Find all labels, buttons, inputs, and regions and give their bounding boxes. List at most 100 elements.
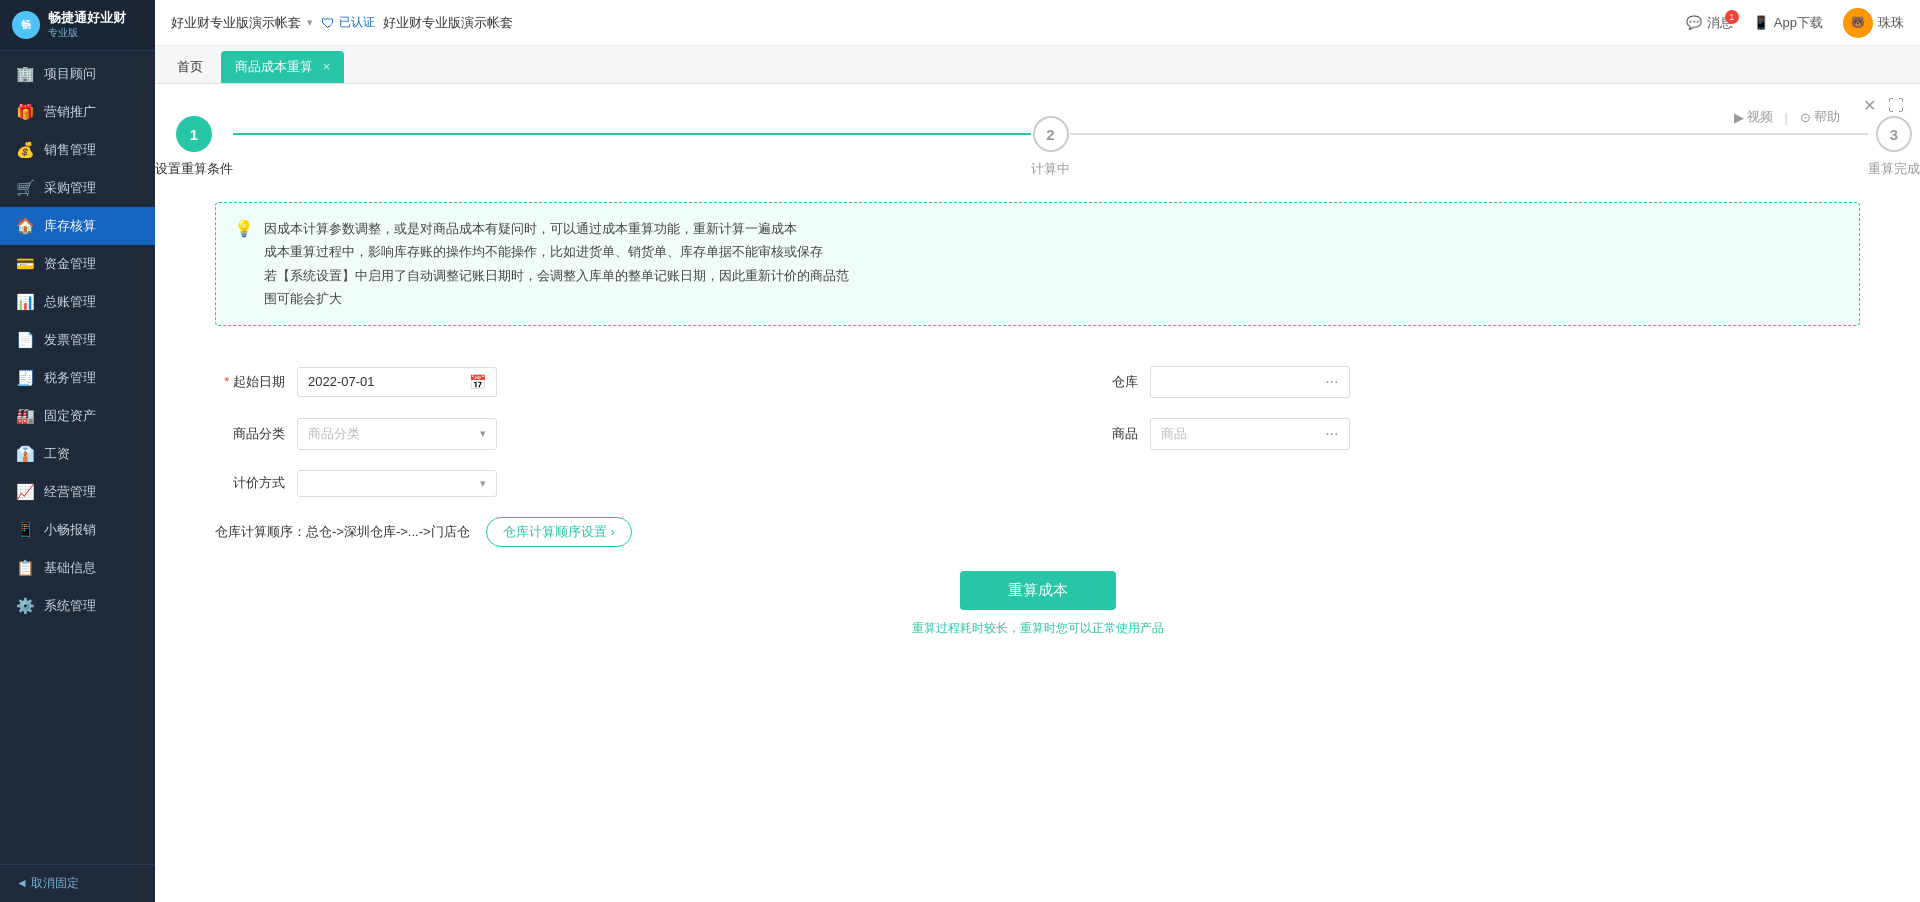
sidebar-footer-cancel[interactable]: ◄ 取消固定 xyxy=(0,864,155,902)
start-date-input[interactable]: 2022-07-01 📅 xyxy=(297,367,497,397)
product-input[interactable]: 商品 ··· xyxy=(1150,418,1350,450)
form-group-warehouse: 仓库 ··· xyxy=(1068,366,1861,398)
submit-recalc-button[interactable]: 重算成本 xyxy=(960,571,1116,610)
app-title-block: 畅捷通好业财 专业版 xyxy=(48,10,126,40)
warehouse-more-icon[interactable]: ··· xyxy=(1325,373,1338,391)
verified-badge: 🛡 已认证 xyxy=(321,14,375,31)
sidebar-item-总账管理[interactable]: 📊 总账管理 xyxy=(0,283,155,321)
sidebar-item-工资[interactable]: 👔 工资 xyxy=(0,435,155,473)
app-download-label: App下载 xyxy=(1774,14,1823,32)
tab-home[interactable]: 首页 xyxy=(163,51,217,83)
nav-icon-9: 🏭 xyxy=(16,407,34,425)
nav-icon-11: 📈 xyxy=(16,483,34,501)
app-logo: 畅 xyxy=(12,11,40,39)
nav-icon-4: 🏠 xyxy=(16,217,34,235)
nav-icon-0: 🏢 xyxy=(16,65,34,83)
nav-label-3: 采购管理 xyxy=(44,179,96,197)
form-row-price-method: 计价方式 ▾ xyxy=(215,470,1860,497)
category-select[interactable]: 商品分类 ▾ xyxy=(297,418,497,450)
nav-label-1: 营销推广 xyxy=(44,103,96,121)
sidebar-item-库存核算[interactable]: 🏠库存核算 xyxy=(0,207,155,245)
nav-label-6: 总账管理 xyxy=(44,293,96,311)
step-line-2 xyxy=(1070,133,1868,135)
nav-icon-1: 🎁 xyxy=(16,103,34,121)
nav-icon-2: 💰 xyxy=(16,141,34,159)
step-circle-1: 1 xyxy=(176,116,212,152)
sidebar-item-采购管理[interactable]: 🛒 采购管理 xyxy=(0,169,155,207)
sidebar-item-销售管理[interactable]: 💰销售管理 xyxy=(0,131,155,169)
tab-close-icon[interactable]: × xyxy=(323,59,331,74)
form-row-2: 商品分类 商品分类 ▾ 商品 商品 ··· xyxy=(215,418,1860,450)
user-profile[interactable]: 🐻 珠珠 xyxy=(1843,8,1904,38)
start-date-label: * 起始日期 xyxy=(215,373,285,391)
video-action[interactable]: ▶ 视频 xyxy=(1734,108,1773,126)
nav-label-7: 发票管理 xyxy=(44,331,96,349)
step-circle-2: 2 xyxy=(1033,116,1069,152)
nav-label-0: 项目顾问 xyxy=(44,65,96,83)
chevron-down-icon: ▾ xyxy=(307,16,313,29)
step-line-1 xyxy=(233,133,1031,135)
close-icon[interactable]: ✕ xyxy=(1863,96,1876,115)
user-name: 珠珠 xyxy=(1878,14,1904,32)
sidebar-item-发票管理[interactable]: 📄 发票管理 xyxy=(0,321,155,359)
app-download-action[interactable]: 📱 App下载 xyxy=(1753,14,1823,32)
form-group-category: 商品分类 商品分类 ▾ xyxy=(215,418,1008,450)
app-title: 畅捷通好业财 xyxy=(48,10,126,26)
nav-label-14: 系统管理 xyxy=(44,597,96,615)
sidebar-nav: 🏢 项目顾问 🎁 营销推广 💰销售管理 🛒 采购管理 🏠库存核算💳资金管理 📊 总账管理 📄 发票管理… xyxy=(0,51,155,864)
calc-order-row: 仓库计算顺序：总仓->深圳仓库->...->门店仓 仓库计算顺序设置 › xyxy=(215,517,1860,547)
price-method-label: 计价方式 xyxy=(215,474,285,492)
nav-icon-3: 🛒 xyxy=(16,179,34,197)
form-row-1: * 起始日期 2022-07-01 📅 仓库 ··· xyxy=(215,366,1860,398)
nav-label-10: 工资 xyxy=(44,445,70,463)
product-more-icon[interactable]: ··· xyxy=(1325,425,1338,443)
sidebar-item-税务管理[interactable]: 🧾税务管理 xyxy=(0,359,155,397)
nav-icon-12: 📱 xyxy=(16,521,34,539)
submit-hint: 重算过程耗时较长，重算时您可以正常使用产品 xyxy=(215,620,1860,637)
step-label-1: 设置重算条件 xyxy=(155,160,233,178)
shield-icon: 🛡 xyxy=(321,15,335,31)
nav-icon-7: 📄 xyxy=(16,331,34,349)
nav-icon-13: 📋 xyxy=(16,559,34,577)
sidebar-item-系统管理[interactable]: ⚙️ 系统管理 xyxy=(0,587,155,625)
nav-icon-14: ⚙️ xyxy=(16,597,34,615)
nav-label-13: 基础信息 xyxy=(44,559,96,577)
verified-text: 已认证 xyxy=(339,14,375,31)
main-area: 好业财专业版演示帐套 ▾ 🛡 已认证 好业财专业版演示帐套 💬 消息 1 📱 A… xyxy=(155,0,1920,902)
sidebar-item-小畅报销[interactable]: 📱 小畅报销 xyxy=(0,511,155,549)
account-selector[interactable]: 好业财专业版演示帐套 ▾ xyxy=(171,14,313,32)
nav-icon-5: 💳 xyxy=(16,255,34,273)
product-label: 商品 xyxy=(1068,425,1138,443)
warehouse-input[interactable]: ··· xyxy=(1150,366,1350,398)
nav-label-9: 固定资产 xyxy=(44,407,96,425)
expand-icon[interactable]: ⛶ xyxy=(1888,97,1904,115)
price-method-select[interactable]: ▾ xyxy=(297,470,497,497)
top-actions: ▶ 视频 | ⊙ 帮助 xyxy=(1734,108,1840,126)
play-icon: ▶ xyxy=(1734,110,1744,125)
mobile-icon: 📱 xyxy=(1753,15,1769,30)
sidebar-item-基础信息[interactable]: 📋 基础信息 xyxy=(0,549,155,587)
warehouse-label: 仓库 xyxy=(1068,373,1138,391)
calendar-icon: 📅 xyxy=(469,374,486,390)
sidebar-item-资金管理[interactable]: 💳资金管理 xyxy=(0,245,155,283)
step-circle-3: 3 xyxy=(1876,116,1912,152)
header-left: 好业财专业版演示帐套 ▾ 🛡 已认证 好业财专业版演示帐套 xyxy=(171,14,513,32)
sidebar-item-固定资产[interactable]: 🏭 固定资产 xyxy=(0,397,155,435)
nav-label-11: 经营管理 xyxy=(44,483,96,501)
nav-icon-6: 📊 xyxy=(16,293,34,311)
app-subtitle: 专业版 xyxy=(48,26,126,40)
message-action[interactable]: 💬 消息 1 xyxy=(1686,14,1733,32)
video-label: 视频 xyxy=(1747,108,1773,126)
help-action[interactable]: ⊙ 帮助 xyxy=(1800,108,1840,126)
account-name-display: 好业财专业版演示帐套 xyxy=(171,14,301,32)
nav-icon-10: 👔 xyxy=(16,445,34,463)
nav-label-12: 小畅报销 xyxy=(44,521,96,539)
sidebar-item-经营管理[interactable]: 📈 经营管理 xyxy=(0,473,155,511)
sidebar-item-营销推广[interactable]: 🎁 营销推广 xyxy=(0,93,155,131)
category-label: 商品分类 xyxy=(215,425,285,443)
calc-order-settings-button[interactable]: 仓库计算顺序设置 › xyxy=(486,517,632,547)
sidebar-item-项目顾问[interactable]: 🏢 项目顾问 xyxy=(0,55,155,93)
tab-bar: 首页 商品成本重算 × xyxy=(155,46,1920,84)
nav-icon-8: 🧾 xyxy=(16,369,34,387)
tab-cost-recalc[interactable]: 商品成本重算 × xyxy=(221,51,344,83)
